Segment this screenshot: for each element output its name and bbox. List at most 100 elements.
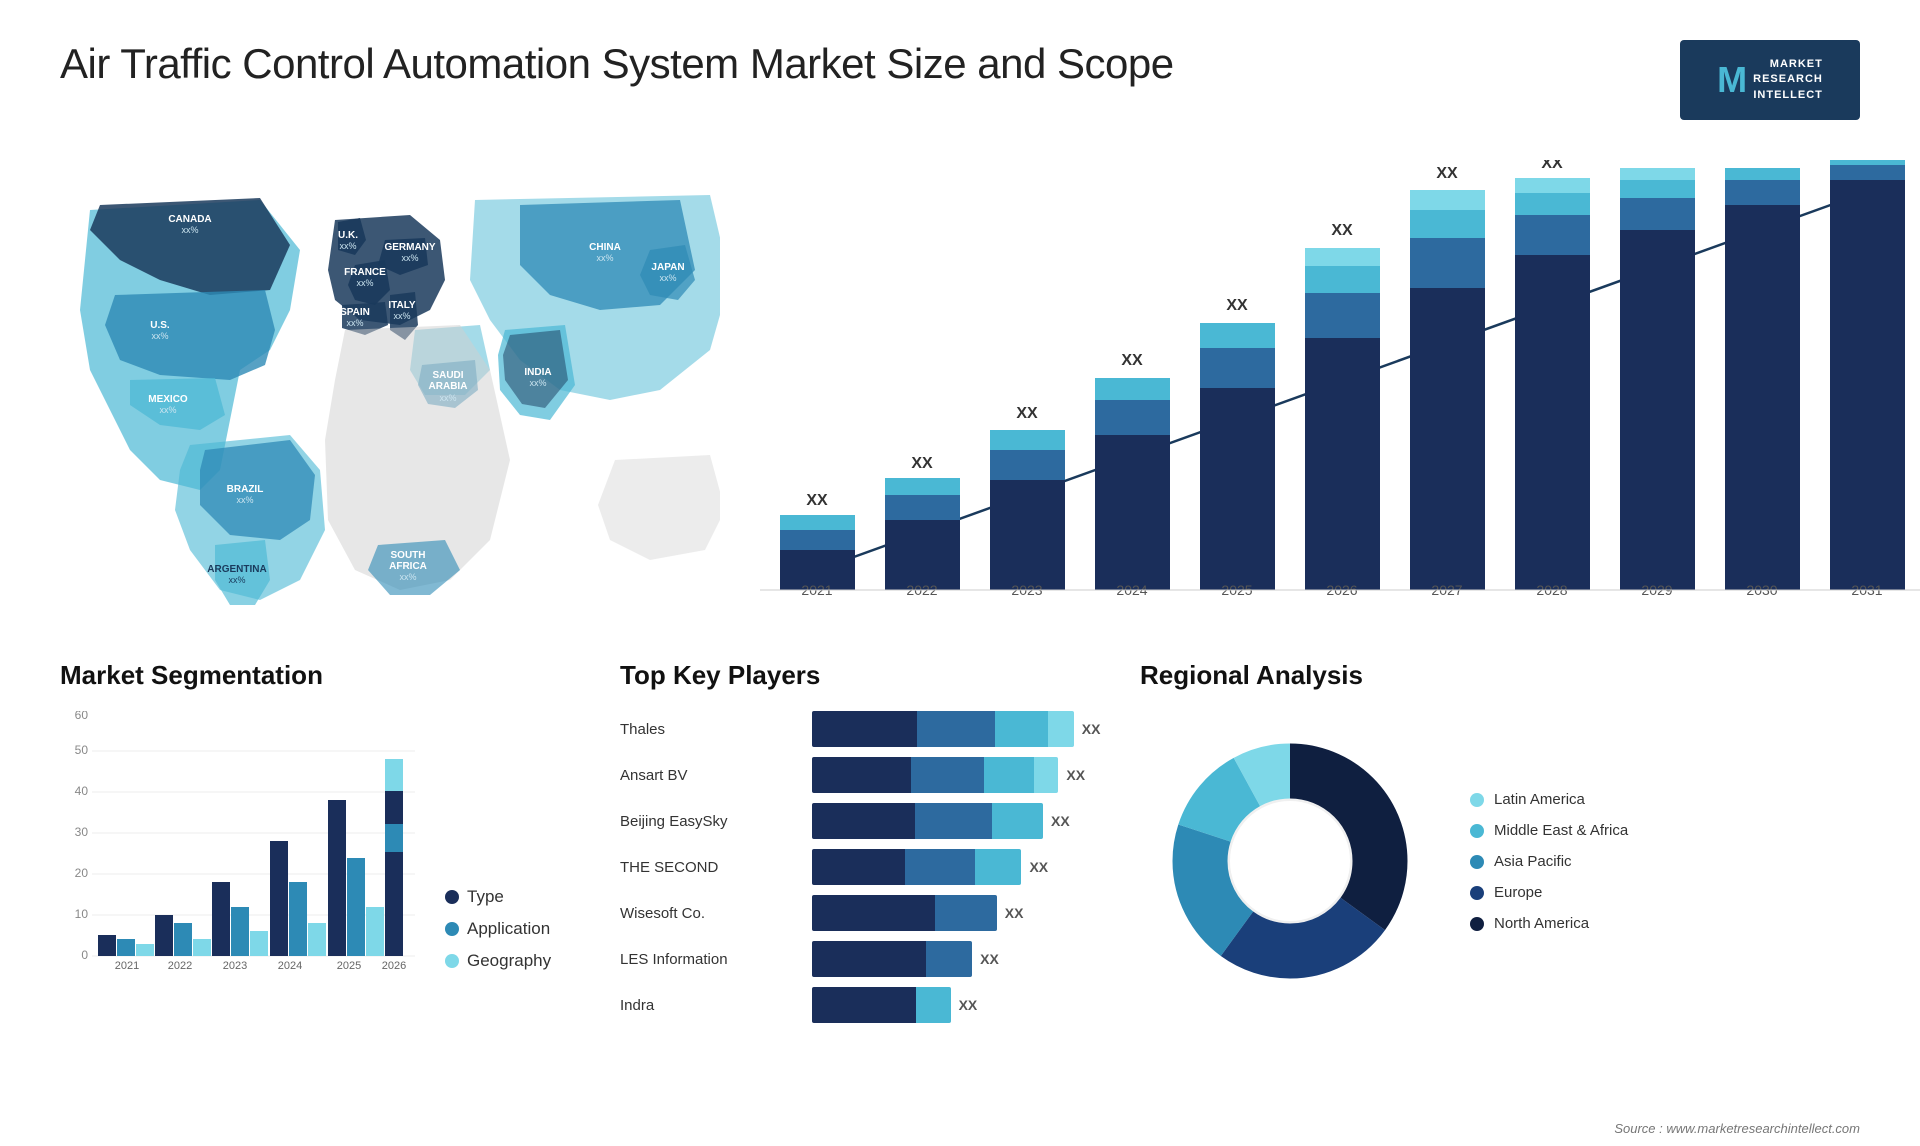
val-2024: XX xyxy=(1121,352,1143,369)
svg-text:xx%: xx% xyxy=(596,253,613,263)
bottom-grid: Market Segmentation 0 10 20 30 40 50 60 xyxy=(60,660,1860,1023)
geography-dot xyxy=(445,954,459,968)
logo-m-icon: M xyxy=(1717,59,1747,101)
svg-text:xx%: xx% xyxy=(339,241,356,251)
val-2028: XX xyxy=(1541,160,1563,172)
regional-section: Regional Analysis xyxy=(1140,660,1860,1023)
seg-content: 0 10 20 30 40 50 60 xyxy=(60,711,580,971)
seg-legend: Type Application Geography xyxy=(445,887,551,971)
china-label: CHINA xyxy=(589,242,621,253)
regional-legend: Latin America Middle East & Africa Asia … xyxy=(1470,791,1628,932)
svg-text:xx%: xx% xyxy=(393,311,410,321)
page-title: Air Traffic Control Automation System Ma… xyxy=(60,40,1174,88)
svg-text:xx%: xx% xyxy=(181,225,198,235)
source-text: Source : www.marketresearchintellect.com xyxy=(1614,1121,1860,1136)
asia-pacific-dot xyxy=(1470,855,1484,869)
legend-europe: Europe xyxy=(1470,884,1628,901)
segmentation-section: Market Segmentation 0 10 20 30 40 50 60 xyxy=(60,660,580,1023)
svg-text:2026: 2026 xyxy=(382,960,406,971)
svg-text:2021: 2021 xyxy=(115,960,139,971)
segmentation-title: Market Segmentation xyxy=(60,660,580,691)
players-list: Thales XX Ansart BV xyxy=(620,711,1120,1023)
mexico-label: MEXICO xyxy=(148,394,188,405)
logo-container: M MARKET RESEARCH INTELLECT xyxy=(1680,40,1860,120)
canada-label: CANADA xyxy=(168,214,211,225)
svg-text:xx%: xx% xyxy=(151,331,168,341)
val-2029: XX xyxy=(1646,160,1668,162)
north-america-dot xyxy=(1470,917,1484,931)
legend-geography: Geography xyxy=(445,951,551,971)
india-label: INDIA xyxy=(524,367,551,378)
player-second: THE SECOND XX xyxy=(620,849,1120,885)
mea-dot xyxy=(1470,824,1484,838)
player-wisesoft: Wisesoft Co. XX xyxy=(620,895,1120,931)
logo-text: MARKET RESEARCH INTELLECT xyxy=(1753,57,1823,103)
regional-content: Latin America Middle East & Africa Asia … xyxy=(1140,711,1860,1011)
svg-text:xx%: xx% xyxy=(159,405,176,415)
legend-asia-pacific: Asia Pacific xyxy=(1470,853,1628,870)
val-2022: XX xyxy=(911,455,933,472)
seg-chart-svg: 0 10 20 30 40 50 60 xyxy=(60,711,420,971)
europe-dot xyxy=(1470,886,1484,900)
bar-chart-svg: XX 2021 XX 2022 XX 2023 XX 2024 xyxy=(750,160,1920,630)
bar-chart-section: XX 2021 XX 2022 XX 2023 XX 2024 xyxy=(750,150,1920,640)
svg-text:xx%: xx% xyxy=(529,378,546,388)
val-2023: XX xyxy=(1016,405,1038,422)
val-2026: XX xyxy=(1331,222,1353,239)
val-2027: XX xyxy=(1436,165,1458,182)
indra-bar-container: XX xyxy=(812,987,1120,1023)
uk-label: U.K. xyxy=(338,230,358,241)
france-label: FRANCE xyxy=(344,267,386,278)
beijing-bar-container: XX xyxy=(812,803,1120,839)
ansart-bar-container: XX xyxy=(812,757,1120,793)
logo-box: M MARKET RESEARCH INTELLECT xyxy=(1680,40,1860,120)
type-dot xyxy=(445,890,459,904)
svg-text:xx%: xx% xyxy=(236,495,253,505)
svg-text:xx%: xx% xyxy=(399,572,416,582)
application-dot xyxy=(445,922,459,936)
wisesoft-bar-container: XX xyxy=(812,895,1120,931)
val-2021: XX xyxy=(806,492,828,509)
page-container: Air Traffic Control Automation System Ma… xyxy=(0,0,1920,1146)
svg-text:xx%: xx% xyxy=(356,278,373,288)
italy-label: ITALY xyxy=(388,300,416,311)
player-indra: Indra XX xyxy=(620,987,1120,1023)
svg-text:xx%: xx% xyxy=(659,273,676,283)
svg-text:2025: 2025 xyxy=(337,960,361,971)
legend-north-america: North America xyxy=(1470,915,1628,932)
svg-text:xx%: xx% xyxy=(439,393,456,403)
svg-text:ARABIA: ARABIA xyxy=(429,381,468,392)
donut-chart-svg xyxy=(1140,711,1440,1011)
svg-text:xx%: xx% xyxy=(228,575,245,585)
svg-text:xx%: xx% xyxy=(401,253,418,263)
svg-text:2024: 2024 xyxy=(278,960,302,971)
svg-text:20: 20 xyxy=(75,866,89,880)
bar-2021-mid xyxy=(780,530,855,550)
legend-application: Application xyxy=(445,919,551,939)
svg-text:60: 60 xyxy=(75,711,89,722)
latin-america-dot xyxy=(1470,793,1484,807)
svg-text:AFRICA: AFRICA xyxy=(389,561,427,572)
player-thales: Thales XX xyxy=(620,711,1120,747)
svg-text:10: 10 xyxy=(75,907,89,921)
germany-label: GERMANY xyxy=(384,242,435,253)
svg-text:30: 30 xyxy=(75,825,89,839)
svg-text:2023: 2023 xyxy=(223,960,247,971)
top-grid: CANADA xx% U.S. xx% MEXICO xx% BRAZIL xx… xyxy=(60,150,1860,640)
legend-mea: Middle East & Africa xyxy=(1470,822,1628,839)
japan-label: JAPAN xyxy=(651,262,684,273)
brazil-label: BRAZIL xyxy=(227,484,264,495)
second-bar-container: XX xyxy=(812,849,1120,885)
svg-text:2022: 2022 xyxy=(168,960,192,971)
world-map-section: CANADA xx% U.S. xx% MEXICO xx% BRAZIL xx… xyxy=(60,150,710,610)
player-ansart: Ansart BV XX xyxy=(620,757,1120,793)
argentina-label: ARGENTINA xyxy=(207,564,266,575)
players-section: Top Key Players Thales XX xyxy=(600,660,1120,1023)
player-beijing: Beijing EasySky XX xyxy=(620,803,1120,839)
svg-text:0: 0 xyxy=(81,948,88,962)
world-map-svg: CANADA xx% U.S. xx% MEXICO xx% BRAZIL xx… xyxy=(60,150,720,620)
regional-title: Regional Analysis xyxy=(1140,660,1860,691)
les-bar-container: XX xyxy=(812,941,1120,977)
header: Air Traffic Control Automation System Ma… xyxy=(60,40,1860,120)
legend-latin-america: Latin America xyxy=(1470,791,1628,808)
